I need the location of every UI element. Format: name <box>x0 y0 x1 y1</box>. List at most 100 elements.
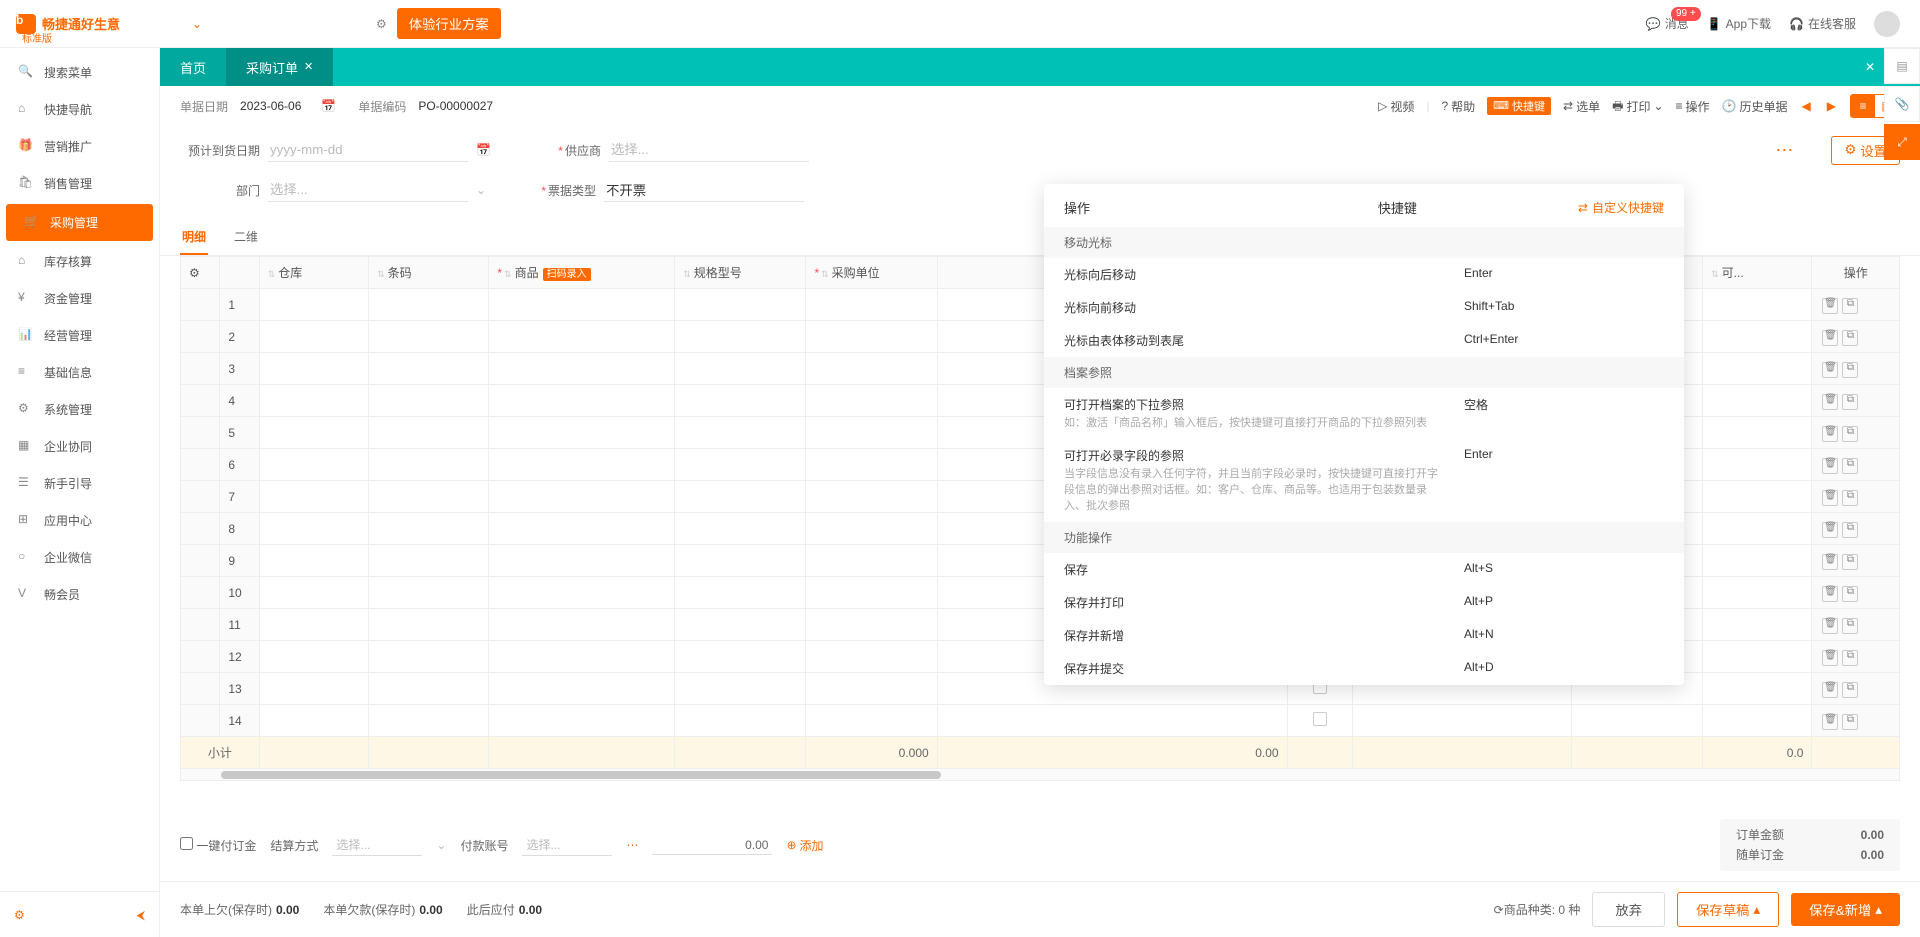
delete-row-icon[interactable]: 🗑 <box>1822 490 1838 506</box>
sidebar-item-9[interactable]: ⚙系统管理 <box>0 391 159 428</box>
sidebar-settings-icon[interactable]: ⚙ <box>14 909 25 921</box>
save-draft-button[interactable]: 保存草稿▴ <box>1677 892 1779 927</box>
history-link[interactable]: 🕑历史单据 <box>1722 98 1788 115</box>
gear-icon[interactable]: ⚙ <box>376 18 387 30</box>
select-ticket-link[interactable]: ⇄选单 <box>1563 98 1600 115</box>
row-checkbox[interactable] <box>1313 712 1327 726</box>
sidebar-item-14[interactable]: V畅会员 <box>0 576 159 613</box>
help-link[interactable]: ?帮助 <box>1441 98 1475 115</box>
onekey-checkbox[interactable]: 一键付订金 <box>180 837 256 854</box>
invoice-type-input[interactable] <box>604 178 804 202</box>
h-scrollbar[interactable] <box>180 769 1900 781</box>
sidebar-item-1[interactable]: ⌂快捷导航 <box>0 91 159 128</box>
col-unit[interactable]: ⇅采购单位 <box>806 257 937 289</box>
copy-row-icon[interactable]: ⧉ <box>1842 298 1858 314</box>
tab-home[interactable]: 首页 <box>160 48 226 86</box>
print-link[interactable]: 🖶打印⌄ <box>1612 98 1663 115</box>
col-avail[interactable]: ⇅可... <box>1703 257 1812 289</box>
tab-close-all-icon[interactable]: ✕ <box>1858 55 1882 79</box>
calendar-icon[interactable]: 📅 <box>476 144 491 156</box>
table-row[interactable]: 14🗑⧉ <box>181 705 1900 737</box>
sidebar-item-0[interactable]: 🔍搜索菜单 <box>0 54 159 91</box>
supplier-input[interactable] <box>609 138 809 162</box>
sidebar-item-7[interactable]: 📊经营管理 <box>0 317 159 354</box>
save-new-button[interactable]: 保存&新增▴ <box>1791 893 1900 926</box>
copy-row-icon[interactable]: ⧉ <box>1842 330 1858 346</box>
video-link[interactable]: ▷视频 <box>1378 98 1414 115</box>
delete-row-icon[interactable]: 🗑 <box>1822 426 1838 442</box>
delete-row-icon[interactable]: 🗑 <box>1822 522 1838 538</box>
delete-row-icon[interactable]: 🗑 <box>1822 330 1838 346</box>
app-download-link[interactable]: 📱 App下载 <box>1707 15 1771 32</box>
delete-row-icon[interactable]: 🗑 <box>1822 394 1838 410</box>
copy-row-icon[interactable]: ⧉ <box>1842 394 1858 410</box>
amount-input[interactable]: 0.00 <box>652 836 772 855</box>
sidebar-item-5[interactable]: ⌂库存核算 <box>0 243 159 280</box>
tab-detail[interactable]: 明细 <box>180 220 208 255</box>
copy-row-icon[interactable]: ⧉ <box>1842 426 1858 442</box>
copy-row-icon[interactable]: ⧉ <box>1842 490 1858 506</box>
delete-row-icon[interactable]: 🗑 <box>1822 554 1838 570</box>
copy-row-icon[interactable]: ⧉ <box>1842 650 1858 666</box>
dock-note-icon[interactable]: ▤ <box>1884 48 1920 84</box>
copy-row-icon[interactable]: ⧉ <box>1842 586 1858 602</box>
copy-row-icon[interactable]: ⧉ <box>1842 522 1858 538</box>
col-warehouse[interactable]: ⇅仓库 <box>259 257 368 289</box>
sidebar-item-6[interactable]: ¥资金管理 <box>0 280 159 317</box>
copy-row-icon[interactable]: ⧉ <box>1842 362 1858 378</box>
messages-link[interactable]: 💬 消息 99 + <box>1646 15 1689 32</box>
ellipsis-icon[interactable]: ⋯ <box>626 839 638 851</box>
delete-row-icon[interactable]: 🗑 <box>1822 714 1838 730</box>
dept-input[interactable] <box>268 178 468 202</box>
chevron-down-icon[interactable]: ⌄ <box>476 184 486 196</box>
sidebar-item-3[interactable]: 🛍销售管理 <box>0 165 159 202</box>
col-barcode[interactable]: ⇅条码 <box>369 257 489 289</box>
col-settings[interactable]: ⚙ <box>181 257 220 289</box>
dock-attach-icon[interactable]: 📎 <box>1884 86 1920 122</box>
sidebar-item-10[interactable]: ▦企业协同 <box>0 428 159 465</box>
sidebar-item-12[interactable]: ⊞应用中心 <box>0 502 159 539</box>
actions-link[interactable]: ≡操作 <box>1676 98 1710 115</box>
tab-dimension[interactable]: 二维 <box>232 220 260 255</box>
acct-select[interactable]: 选择... <box>522 834 612 856</box>
sidebar-collapse-icon[interactable]: ⮜ <box>136 909 145 921</box>
date-value[interactable]: 2023-06-06 <box>240 99 301 113</box>
chevron-down-icon[interactable]: ⌄ <box>436 839 446 851</box>
delete-row-icon[interactable]: 🗑 <box>1822 682 1838 698</box>
delete-row-icon[interactable]: 🗑 <box>1822 586 1838 602</box>
user-menu[interactable] <box>1874 11 1904 37</box>
scan-tag[interactable]: 扫码录入 <box>543 268 591 281</box>
dock-expand-icon[interactable]: ⤢ <box>1884 124 1920 160</box>
sidebar-item-2[interactable]: 🎁营销推广 <box>0 128 159 165</box>
col-spec[interactable]: ⇅规格型号 <box>675 257 806 289</box>
sidebar-item-4[interactable]: 🛒采购管理 <box>6 204 153 241</box>
add-payment-link[interactable]: ⊕添加 <box>786 837 823 854</box>
sidebar-item-8[interactable]: ≡基础信息 <box>0 354 159 391</box>
delete-row-icon[interactable]: 🗑 <box>1822 618 1838 634</box>
discard-button[interactable]: 放弃 <box>1592 892 1665 927</box>
refresh-icon[interactable]: ⟳ <box>1494 904 1504 916</box>
col-product[interactable]: ⇅商品扫码录入 <box>489 257 675 289</box>
close-icon[interactable]: ✕ <box>304 62 313 73</box>
org-selector[interactable]: ⌄ <box>186 18 366 30</box>
calendar-icon[interactable]: 📅 <box>321 100 336 112</box>
delete-row-icon[interactable]: 🗑 <box>1822 458 1838 474</box>
prev-doc-icon[interactable]: ◀ <box>1800 100 1813 112</box>
sidebar-item-13[interactable]: ○企业微信 <box>0 539 159 576</box>
delete-row-icon[interactable]: 🗑 <box>1822 362 1838 378</box>
sidebar-item-11[interactable]: ☰新手引导 <box>0 465 159 502</box>
settle-select[interactable]: 选择... <box>332 834 422 856</box>
custom-shortcut-link[interactable]: ⇄自定义快捷键 <box>1578 199 1664 216</box>
delete-row-icon[interactable]: 🗑 <box>1822 650 1838 666</box>
view-list-icon[interactable]: ≡ <box>1851 95 1875 117</box>
copy-row-icon[interactable]: ⧉ <box>1842 458 1858 474</box>
delete-row-icon[interactable]: 🗑 <box>1822 298 1838 314</box>
copy-row-icon[interactable]: ⧉ <box>1842 714 1858 730</box>
try-plan-button[interactable]: 体验行业方案 <box>397 8 501 39</box>
tab-purchase-order[interactable]: 采购订单 ✕ <box>226 48 333 86</box>
expect-date-input[interactable] <box>268 138 468 162</box>
copy-row-icon[interactable]: ⧉ <box>1842 682 1858 698</box>
next-doc-icon[interactable]: ▶ <box>1825 100 1838 112</box>
shortcut-button[interactable]: ⌨快捷键 <box>1487 97 1551 115</box>
scrollbar-thumb[interactable] <box>221 771 941 779</box>
